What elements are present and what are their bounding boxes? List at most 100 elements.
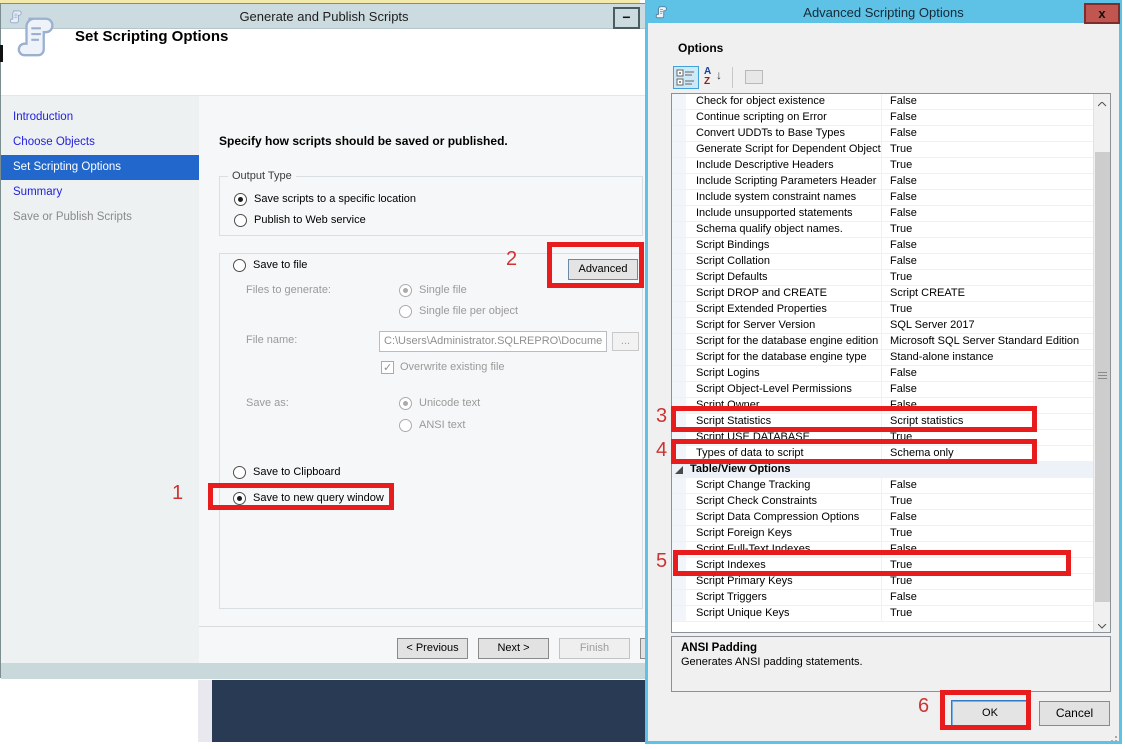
property-value[interactable]: Stand-alone instance	[882, 350, 1093, 365]
finish-button[interactable]: Finish	[559, 638, 630, 659]
property-row[interactable]: Script Logins False	[672, 366, 1093, 382]
property-row[interactable]: Include unsupported statements False	[672, 206, 1093, 222]
property-row[interactable]: Script Extended Properties True	[672, 302, 1093, 318]
next-button[interactable]: Next >	[478, 638, 549, 659]
property-row[interactable]: Script Data Compression Options False	[672, 510, 1093, 526]
property-row[interactable]: Script Unique Keys True	[672, 606, 1093, 622]
row-indent	[672, 462, 686, 477]
property-value[interactable]: True	[882, 158, 1093, 173]
grid-scrollbar[interactable]	[1093, 94, 1110, 632]
row-indent	[672, 142, 686, 157]
window-bottom-frame	[1, 663, 647, 679]
property-value[interactable]: False	[882, 110, 1093, 125]
property-value[interactable]: False	[882, 94, 1093, 109]
property-value[interactable]: False	[882, 190, 1093, 205]
annotation-box-5	[673, 550, 1071, 576]
property-value[interactable]: Script CREATE	[882, 286, 1093, 301]
property-row[interactable]: Script Check Constraints True	[672, 494, 1093, 510]
property-value[interactable]: Microsoft SQL Server Standard Edition	[882, 334, 1093, 349]
radio-unicode-text[interactable]	[399, 397, 412, 410]
resize-grip[interactable]	[1108, 733, 1118, 743]
property-value[interactable]: True	[882, 574, 1093, 589]
radio-save-scripts-location-label[interactable]: Save scripts to a specific location	[254, 193, 416, 205]
property-row[interactable]: Include Descriptive Headers True	[672, 158, 1093, 174]
property-value[interactable]: True	[882, 142, 1093, 157]
property-row[interactable]: Check for object existence False	[672, 94, 1093, 110]
alphabetical-sort-icon[interactable]: A Z ↓	[700, 66, 726, 89]
overwrite-existing-checkbox[interactable]	[381, 361, 394, 374]
property-row[interactable]: Script for Server Version SQL Server 201…	[672, 318, 1093, 334]
radio-save-to-clipboard-label[interactable]: Save to Clipboard	[253, 466, 340, 478]
scroll-down-icon[interactable]	[1094, 616, 1111, 632]
property-value[interactable]: True	[882, 302, 1093, 317]
categorized-view-icon[interactable]	[673, 66, 699, 89]
sidebar-nav-item[interactable]: Choose Objects	[1, 130, 199, 155]
property-row[interactable]: Script Change Tracking False	[672, 478, 1093, 494]
property-value[interactable]: False	[882, 478, 1093, 493]
property-row[interactable]: Script Collation False	[672, 254, 1093, 270]
property-value[interactable]: False	[882, 510, 1093, 525]
property-row[interactable]: Include system constraint names False	[672, 190, 1093, 206]
property-value[interactable]: False	[882, 382, 1093, 397]
property-value[interactable]: False	[882, 590, 1093, 605]
property-value[interactable]: True	[882, 494, 1093, 509]
radio-save-to-file[interactable]	[233, 259, 246, 272]
property-value[interactable]: False	[882, 206, 1093, 221]
property-row[interactable]: Script Triggers False	[672, 590, 1093, 606]
radio-unicode-text-label: Unicode text	[419, 397, 480, 409]
radio-save-to-file-label[interactable]: Save to file	[253, 259, 307, 271]
radio-publish-web-service[interactable]	[234, 214, 247, 227]
property-row[interactable]: Continue scripting on Error False	[672, 110, 1093, 126]
footer-separator	[199, 626, 649, 627]
property-value[interactable]	[882, 462, 1093, 477]
property-row[interactable]: Convert UDDTs to Base Types False	[672, 126, 1093, 142]
property-value[interactable]: True	[882, 526, 1093, 541]
property-value[interactable]: False	[882, 126, 1093, 141]
property-row[interactable]: Script for the database engine type Stan…	[672, 350, 1093, 366]
property-value[interactable]: True	[882, 222, 1093, 237]
radio-single-file-per-object[interactable]	[399, 305, 412, 318]
browse-button[interactable]: ...	[612, 332, 639, 351]
file-name-input[interactable]: C:\Users\Administrator.SQLREPRO\Docume	[379, 331, 607, 352]
property-value[interactable]: False	[882, 238, 1093, 253]
scroll-up-icon[interactable]	[1094, 94, 1111, 110]
property-row[interactable]: Script Object-Level Permissions False	[672, 382, 1093, 398]
property-value[interactable]: True	[882, 606, 1093, 621]
property-value[interactable]: SQL Server 2017	[882, 318, 1093, 333]
radio-ansi-text[interactable]	[399, 419, 412, 432]
scrollbar-thumb[interactable]	[1095, 152, 1110, 602]
property-row[interactable]: Script Bindings False	[672, 238, 1093, 254]
sidebar-nav-item[interactable]: Introduction	[1, 105, 199, 130]
property-row[interactable]: Table/View Options	[672, 462, 1093, 478]
category-expanded-icon[interactable]	[675, 466, 683, 474]
property-value[interactable]: False	[882, 366, 1093, 381]
radio-single-file[interactable]	[399, 284, 412, 297]
property-value[interactable]: True	[882, 270, 1093, 285]
property-value[interactable]: False	[882, 254, 1093, 269]
dialog-titlebar[interactable]: Advanced Scripting Options	[648, 3, 1119, 23]
property-row[interactable]: Script Defaults True	[672, 270, 1093, 286]
property-row[interactable]: Script for the database engine edition M…	[672, 334, 1093, 350]
sidebar-nav-item[interactable]: Set Scripting Options	[1, 155, 199, 180]
property-row[interactable]: Script Foreign Keys True	[672, 526, 1093, 542]
radio-save-scripts-location[interactable]	[234, 193, 247, 206]
wizard-titlebar[interactable]: Generate and Publish Scripts	[1, 4, 647, 29]
radio-single-file-per-object-label: Single file per object	[419, 305, 518, 317]
property-row[interactable]: Schema qualify object names. True	[672, 222, 1093, 238]
sidebar-nav-item[interactable]: Summary	[1, 180, 199, 205]
radio-save-to-clipboard[interactable]	[233, 466, 246, 479]
close-icon[interactable]: x	[1084, 3, 1120, 24]
property-row[interactable]: Include Scripting Parameters Header Fals…	[672, 174, 1093, 190]
radio-ansi-text-label: ANSI text	[419, 419, 465, 431]
radio-publish-web-service-label[interactable]: Publish to Web service	[254, 214, 366, 226]
property-value[interactable]: False	[882, 174, 1093, 189]
row-indent	[672, 110, 686, 125]
previous-button[interactable]: < Previous	[397, 638, 468, 659]
sidebar-nav-item[interactable]: Save or Publish Scripts	[1, 205, 199, 230]
property-name: Script for Server Version	[686, 318, 882, 333]
property-row[interactable]: Script Primary Keys True	[672, 574, 1093, 590]
minimize-button[interactable]: −	[613, 7, 640, 29]
cancel-button[interactable]: Cancel	[1039, 701, 1110, 726]
property-row[interactable]: Script DROP and CREATE Script CREATE	[672, 286, 1093, 302]
property-row[interactable]: Generate Script for Dependent Objects Tr…	[672, 142, 1093, 158]
